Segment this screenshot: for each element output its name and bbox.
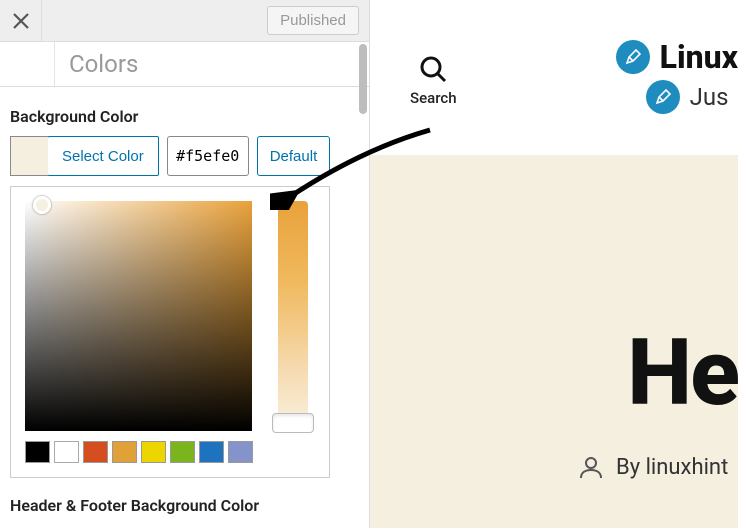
default-button[interactable]: Default: [257, 136, 331, 176]
header-footer-bg-label: Header & Footer Background Color: [10, 496, 359, 515]
byline: By linuxhint: [578, 454, 728, 480]
pencil-icon: [625, 49, 641, 65]
preset-swatches: [25, 441, 315, 463]
preview-content-area: He By linuxhint: [370, 155, 738, 528]
search-icon: [419, 55, 447, 83]
preset-swatch[interactable]: [112, 441, 137, 463]
preset-swatch[interactable]: [83, 441, 108, 463]
byline-text: By linuxhint: [616, 455, 728, 480]
search-label: Search: [410, 89, 457, 107]
select-color-button[interactable]: Select Color: [48, 136, 159, 176]
search-button[interactable]: Search: [410, 55, 457, 107]
hex-input[interactable]: [167, 136, 249, 176]
saturation-value-area[interactable]: [25, 201, 252, 431]
pencil-icon: [655, 89, 671, 105]
sv-handle[interactable]: [33, 196, 51, 214]
section-title: Colors: [55, 44, 369, 84]
site-title[interactable]: Linux: [660, 38, 738, 76]
site-tagline[interactable]: Jus: [690, 83, 729, 111]
preset-swatch[interactable]: [170, 441, 195, 463]
preset-swatch[interactable]: [199, 441, 224, 463]
edit-title-button[interactable]: [616, 40, 650, 74]
post-title: He: [627, 320, 738, 427]
bg-color-label: Background Color: [10, 107, 359, 126]
hue-handle[interactable]: [272, 413, 314, 433]
preset-swatch[interactable]: [228, 441, 253, 463]
author-icon: [578, 454, 604, 480]
customizer-topbar: Published: [0, 0, 369, 42]
published-button[interactable]: Published: [267, 6, 359, 35]
close-icon[interactable]: [0, 0, 42, 42]
hue-slider[interactable]: [278, 201, 308, 431]
section-header: Colors: [0, 42, 369, 87]
scrollbar[interactable]: [359, 44, 367, 114]
preset-swatch[interactable]: [141, 441, 166, 463]
preset-swatch[interactable]: [54, 441, 79, 463]
back-area[interactable]: [0, 42, 55, 86]
edit-tagline-button[interactable]: [646, 80, 680, 114]
color-picker: [10, 186, 330, 478]
preset-swatch[interactable]: [25, 441, 50, 463]
site-preview: Search Linux Jus He: [370, 0, 738, 528]
